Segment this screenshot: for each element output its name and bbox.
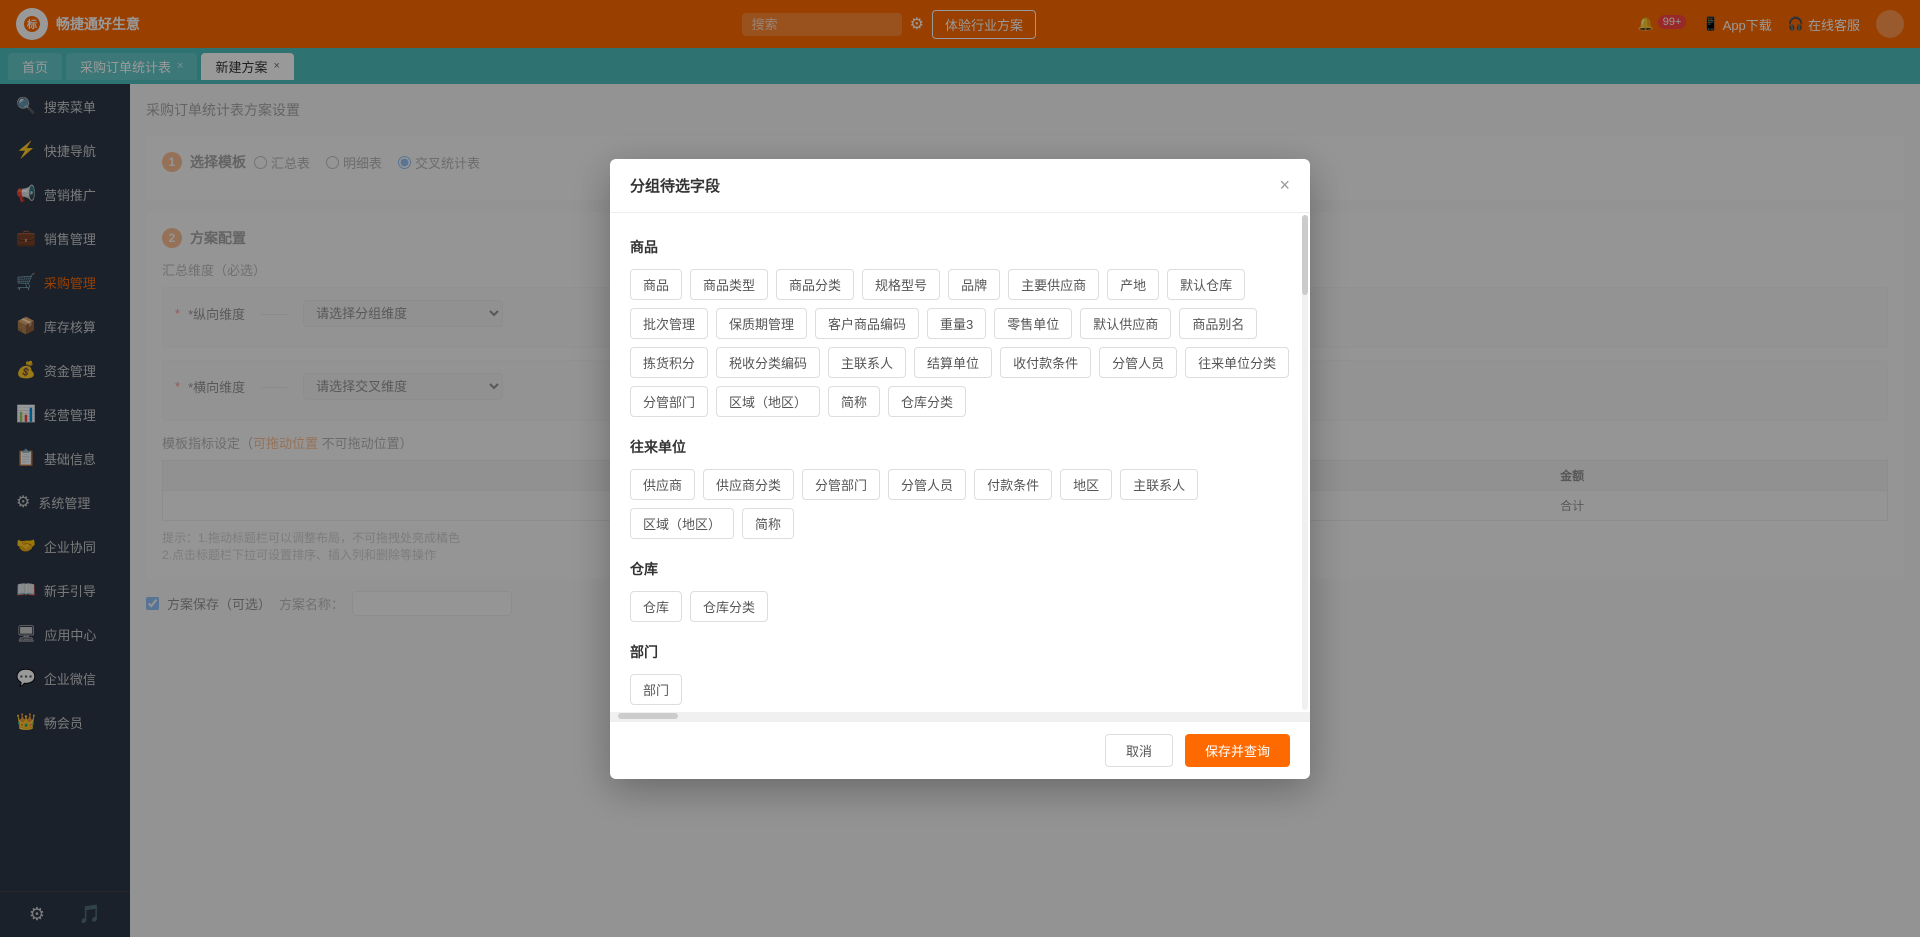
scrollbar-thumb[interactable]: [1302, 215, 1308, 295]
modal-footer: 取消 保存并查询: [610, 721, 1310, 779]
section-title-department: 部门: [630, 642, 1290, 662]
field-tag-batch-mgmt[interactable]: 批次管理: [630, 308, 708, 339]
field-tag-warehouse-cat[interactable]: 仓库分类: [888, 386, 966, 417]
field-tag-default-warehouse[interactable]: 默认仓库: [1167, 269, 1245, 300]
field-tag-settle-unit[interactable]: 结算单位: [914, 347, 992, 378]
field-tag-main-contact[interactable]: 主联系人: [828, 347, 906, 378]
field-tag-department[interactable]: 部门: [630, 674, 682, 705]
modal-horizontal-scrollbar[interactable]: [610, 712, 1310, 720]
modal-overlay: 分组待选字段 × 商品 商品 商品类型 商品分类 规格型号 品牌 主要供应商 产…: [0, 0, 1920, 937]
field-tag-pick-points[interactable]: 拣货积分: [630, 347, 708, 378]
field-tag-region2[interactable]: 区域（地区）: [630, 508, 734, 539]
field-tag-mgmt-person[interactable]: 分管人员: [888, 469, 966, 500]
field-tag-mgmt-dept[interactable]: 分管部门: [802, 469, 880, 500]
confirm-button[interactable]: 保存并查询: [1185, 734, 1290, 767]
field-tag-goods-alias[interactable]: 商品别名: [1179, 308, 1257, 339]
counterpart-fields: 供应商 供应商分类 分管部门 分管人员 付款条件 地区 主联系人 区域（地区） …: [630, 469, 1290, 539]
warehouse-fields: 仓库 仓库分类: [630, 591, 1290, 622]
modal-dialog: 分组待选字段 × 商品 商品 商品类型 商品分类 规格型号 品牌 主要供应商 产…: [610, 159, 1310, 779]
modal-header: 分组待选字段 ×: [610, 159, 1310, 213]
modal-body[interactable]: 商品 商品 商品类型 商品分类 规格型号 品牌 主要供应商 产地 默认仓库 批次…: [610, 213, 1310, 713]
scrollbar-track[interactable]: [1302, 215, 1308, 711]
field-tag-default-supplier[interactable]: 默认供应商: [1080, 308, 1171, 339]
field-tag-abbr-goods[interactable]: 简称: [828, 386, 880, 417]
goods-fields: 商品 商品类型 商品分类 规格型号 品牌 主要供应商 产地 默认仓库 批次管理 …: [630, 269, 1290, 417]
field-tag-abbr2[interactable]: 简称: [742, 508, 794, 539]
field-tag-supplier-category[interactable]: 供应商分类: [703, 469, 794, 500]
field-tag-supervisor[interactable]: 分管人员: [1099, 347, 1177, 378]
department-fields: 部门: [630, 674, 1290, 705]
field-tag-brand[interactable]: 品牌: [948, 269, 1000, 300]
section-title-warehouse: 仓库: [630, 559, 1290, 579]
section-title-counterpart: 往来单位: [630, 437, 1290, 457]
field-tag-region-goods[interactable]: 区域（地区）: [716, 386, 820, 417]
field-tag-dept[interactable]: 分管部门: [630, 386, 708, 417]
field-tag-shelf-life[interactable]: 保质期管理: [716, 308, 807, 339]
field-tag-pay-terms[interactable]: 付款条件: [974, 469, 1052, 500]
h-scrollbar-thumb[interactable]: [618, 713, 678, 719]
field-tag-tax-code[interactable]: 税收分类编码: [716, 347, 820, 378]
field-tag-supplier[interactable]: 供应商: [630, 469, 695, 500]
field-tag-main-contact2[interactable]: 主联系人: [1120, 469, 1198, 500]
field-tag-retail-unit[interactable]: 零售单位: [994, 308, 1072, 339]
section-title-goods: 商品: [630, 237, 1290, 257]
modal-title: 分组待选字段: [630, 175, 720, 196]
field-tag-warehouse[interactable]: 仓库: [630, 591, 682, 622]
field-tag-customer-code[interactable]: 客户商品编码: [815, 308, 919, 339]
field-tag-district[interactable]: 地区: [1060, 469, 1112, 500]
modal-close-button[interactable]: ×: [1279, 175, 1290, 196]
field-tag-spec-model[interactable]: 规格型号: [862, 269, 940, 300]
cancel-button[interactable]: 取消: [1105, 734, 1173, 767]
field-tag-origin[interactable]: 产地: [1107, 269, 1159, 300]
field-tag-counterpart-category[interactable]: 往来单位分类: [1185, 347, 1289, 378]
field-tag-main-supplier[interactable]: 主要供应商: [1008, 269, 1099, 300]
field-tag-goods-type[interactable]: 商品类型: [690, 269, 768, 300]
field-tag-warehouse-category[interactable]: 仓库分类: [690, 591, 768, 622]
field-tag-goods-category[interactable]: 商品分类: [776, 269, 854, 300]
field-tag-weight3[interactable]: 重量3: [927, 308, 986, 339]
field-tag-payment-terms[interactable]: 收付款条件: [1000, 347, 1091, 378]
field-tag-goods[interactable]: 商品: [630, 269, 682, 300]
